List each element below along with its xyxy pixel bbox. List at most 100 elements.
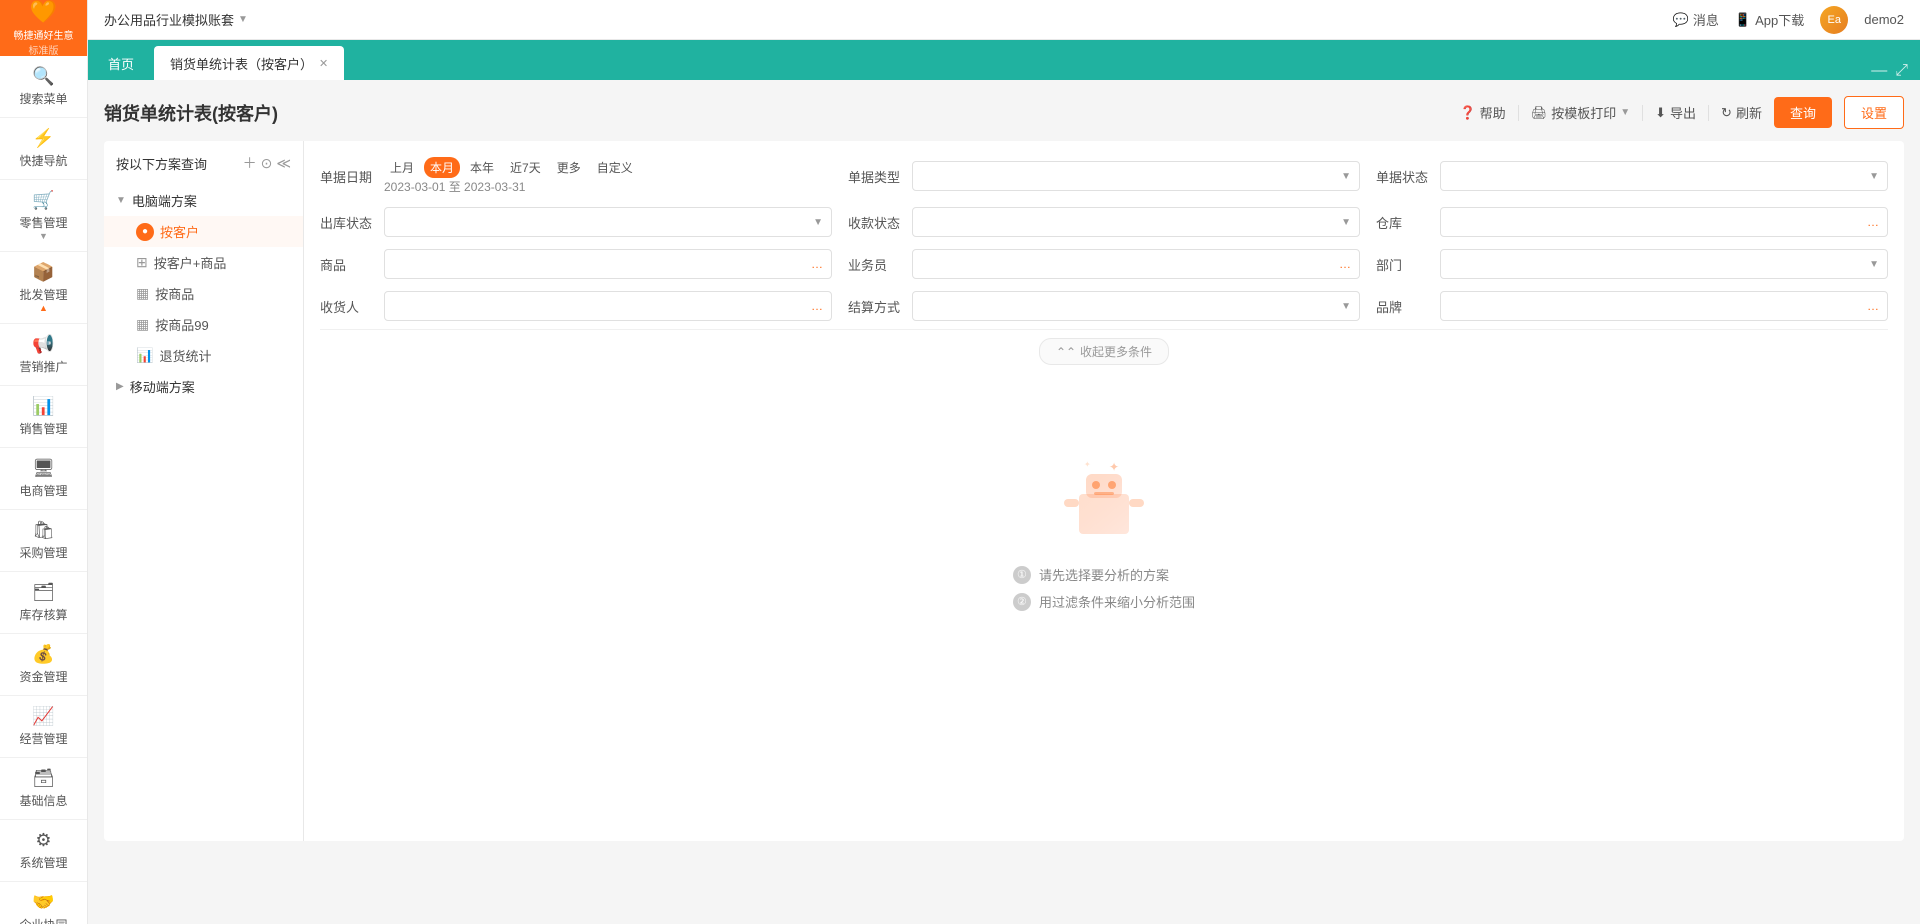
tab-expand-icon[interactable]: ⤢ xyxy=(1895,62,1908,80)
tree-item-by-customer-goods[interactable]: ⊞ 按客户+商品 xyxy=(104,247,303,278)
sidebar-item-retail[interactable]: 🛒 零售管理 ▼ xyxy=(0,180,87,252)
sidebar-item-ecommerce[interactable]: 🖥 电商管理 xyxy=(0,448,87,510)
filter-brand-label: 品牌 xyxy=(1376,297,1432,316)
collapse-button[interactable]: ⌃⌃ 收起更多条件 xyxy=(1039,338,1169,365)
date-tab-last-month[interactable]: 上月 xyxy=(384,157,420,178)
sidebar-item-purchase[interactable]: 🛍 采购管理 xyxy=(0,510,87,572)
payment-arrow-icon: ▼ xyxy=(1341,217,1351,228)
sidebar-item-search[interactable]: 🔍 搜索菜单 xyxy=(0,56,87,118)
sidebar-item-label: 基础信息 xyxy=(19,792,67,809)
tab-minimize-icon[interactable]: — xyxy=(1871,62,1887,80)
tree-item-by-customer[interactable]: ● 按客户 xyxy=(104,216,303,247)
filter-goods-control[interactable]: … xyxy=(384,249,832,279)
sidebar-item-wholesale[interactable]: 📦 批发管理 ▲ xyxy=(0,252,87,324)
shortcut-icon: ⚡ xyxy=(32,128,54,149)
filter-department-row: 部门 ▼ xyxy=(1376,249,1888,279)
app-logo[interactable]: 🧡 畅捷通好生意 标准版 xyxy=(0,0,88,56)
active-indicator: ● xyxy=(136,223,154,241)
filter-payment-control[interactable]: ▼ xyxy=(912,207,1360,237)
filter-doc-status-control[interactable]: ▼ xyxy=(1440,161,1888,191)
query-button[interactable]: 查询 xyxy=(1774,97,1832,128)
sidebar-item-sales[interactable]: 📊 销售管理 xyxy=(0,386,87,448)
filter-department-label: 部门 xyxy=(1376,255,1432,274)
tree-pc-parent[interactable]: ▼ 电脑端方案 xyxy=(104,185,303,216)
filter-warehouse-row: 仓库 … xyxy=(1376,207,1888,237)
tree-item-label: 按客户 xyxy=(160,222,199,241)
filter-doc-type-control[interactable]: ▼ xyxy=(912,161,1360,191)
tree-mobile-parent[interactable]: ▶ 移动端方案 xyxy=(104,371,303,402)
marketing-icon: 📢 xyxy=(32,334,54,355)
filter-settlement-label: 结算方式 xyxy=(848,297,904,316)
sidebar-item-inventory[interactable]: 🗂 库存核算 xyxy=(0,572,87,634)
filter-warehouse-control[interactable]: … xyxy=(1440,207,1888,237)
filter-doc-type-row: 单据类型 ▼ xyxy=(848,157,1360,195)
date-tab-custom[interactable]: 自定义 xyxy=(591,157,639,178)
left-panel-actions: ＋ ⊙ ≪ xyxy=(243,153,291,173)
tree-item-label: 退货统计 xyxy=(159,346,211,365)
download-label: App下载 xyxy=(1755,10,1804,29)
message-icon: 💬 xyxy=(1673,12,1689,28)
date-tab-this-year[interactable]: 本年 xyxy=(464,157,500,178)
print-button[interactable]: 🖨 按模板打印 ▼ xyxy=(1531,103,1630,122)
tab-sales-stat[interactable]: 销货单统计表（按客户） ✕ xyxy=(154,46,344,80)
divider2 xyxy=(1642,105,1643,121)
tab-home[interactable]: 首页 xyxy=(92,46,150,80)
filter-receiver-control[interactable]: … xyxy=(384,291,832,321)
tree-item-label: 按商品 xyxy=(155,284,194,303)
sidebar-item-basic[interactable]: 🗃 基础信息 xyxy=(0,758,87,820)
sidebar-item-shortcut[interactable]: ⚡ 快捷导航 xyxy=(0,118,87,180)
help-button[interactable]: ❓ 帮助 xyxy=(1459,103,1505,122)
date-value: 2023-03-01 至 2023-03-31 xyxy=(384,178,832,195)
refresh-button[interactable]: ↻ 刷新 xyxy=(1721,103,1762,122)
sidebar-item-label: 经营管理 xyxy=(19,730,67,747)
divider3 xyxy=(1708,105,1709,121)
hint-num-2: ② xyxy=(1013,593,1031,611)
operation-icon: 📈 xyxy=(32,706,54,727)
tab-close-icon[interactable]: ✕ xyxy=(319,57,328,70)
left-panel-title: 按以下方案查询 xyxy=(116,154,207,173)
collapse-row: ⌃⌃ 收起更多条件 xyxy=(320,329,1888,369)
date-tab-this-month[interactable]: 本月 xyxy=(424,157,460,178)
empty-hint-1: ① 请先选择要分析的方案 xyxy=(1013,565,1195,584)
tree-item-by-goods[interactable]: ▦ 按商品 xyxy=(104,278,303,309)
filter-out-status-control[interactable]: ▼ xyxy=(384,207,832,237)
filter-brand-control[interactable]: … xyxy=(1440,291,1888,321)
page-header: 销货单统计表(按客户) ❓ 帮助 🖨 按模板打印 ▼ ⬇ 导出 xyxy=(104,96,1904,129)
app-download-button[interactable]: 📱 App下载 xyxy=(1735,10,1804,29)
avatar-initials: Ea xyxy=(1828,14,1841,26)
sidebar-item-system[interactable]: ⚙ 系统管理 xyxy=(0,820,87,882)
tab-sales-stat-label: 销货单统计表（按客户） xyxy=(170,54,313,73)
messages-button[interactable]: 💬 消息 xyxy=(1673,10,1719,29)
tree-item-return-stat[interactable]: 📊 退货统计 xyxy=(104,340,303,371)
filter-settlement-control[interactable]: ▼ xyxy=(912,291,1360,321)
svg-text:✦: ✦ xyxy=(1084,460,1091,469)
settings-button[interactable]: 设置 xyxy=(1844,96,1904,129)
salesperson-dots-icon: … xyxy=(1339,257,1351,271)
department-arrow-icon: ▼ xyxy=(1869,259,1879,270)
collapse-panel-icon[interactable]: ≪ xyxy=(276,155,291,172)
collapse-up-icon: ⌃⌃ xyxy=(1056,345,1076,359)
tree-item-label: 按商品99 xyxy=(155,315,208,334)
edit-scheme-icon[interactable]: ⊙ xyxy=(261,155,273,172)
avatar[interactable]: Ea xyxy=(1820,6,1848,34)
left-panel-header: 按以下方案查询 ＋ ⊙ ≪ xyxy=(104,153,303,181)
add-scheme-icon[interactable]: ＋ xyxy=(243,153,257,173)
tree-item-by-goods-99[interactable]: ▦ 按商品99 xyxy=(104,309,303,340)
filter-salesperson-control[interactable]: … xyxy=(912,249,1360,279)
filter-out-status-row: 出库状态 ▼ xyxy=(320,207,832,237)
filter-department-control[interactable]: ▼ xyxy=(1440,249,1888,279)
sidebar-item-operation[interactable]: 📈 经营管理 xyxy=(0,696,87,758)
goods-dots-icon: … xyxy=(811,257,823,271)
svg-text:✦: ✦ xyxy=(1109,460,1119,474)
sidebar-item-marketing[interactable]: 📢 营销推广 xyxy=(0,324,87,386)
export-button[interactable]: ⬇ 导出 xyxy=(1655,103,1696,122)
content-layout: 按以下方案查询 ＋ ⊙ ≪ ▼ 电脑端方案 ● 按客户 xyxy=(104,141,1904,841)
main-area: 办公用品行业模拟账套 ▼ 💬 消息 📱 App下载 Ea demo2 首页 销货… xyxy=(88,0,1920,924)
filter-date-row: 单据日期 上月 本月 本年 近7天 更多 自定义 2023-03-01 至 20… xyxy=(320,157,832,195)
filter-settlement-row: 结算方式 ▼ xyxy=(848,291,1360,321)
date-tab-7days[interactable]: 近7天 xyxy=(504,157,547,178)
date-tab-more[interactable]: 更多 xyxy=(551,157,587,178)
sidebar-item-finance[interactable]: 💰 资金管理 xyxy=(0,634,87,696)
account-selector[interactable]: 办公用品行业模拟账套 ▼ xyxy=(104,10,248,29)
sidebar-item-enterprise[interactable]: 🤝 企业协同 xyxy=(0,882,87,924)
